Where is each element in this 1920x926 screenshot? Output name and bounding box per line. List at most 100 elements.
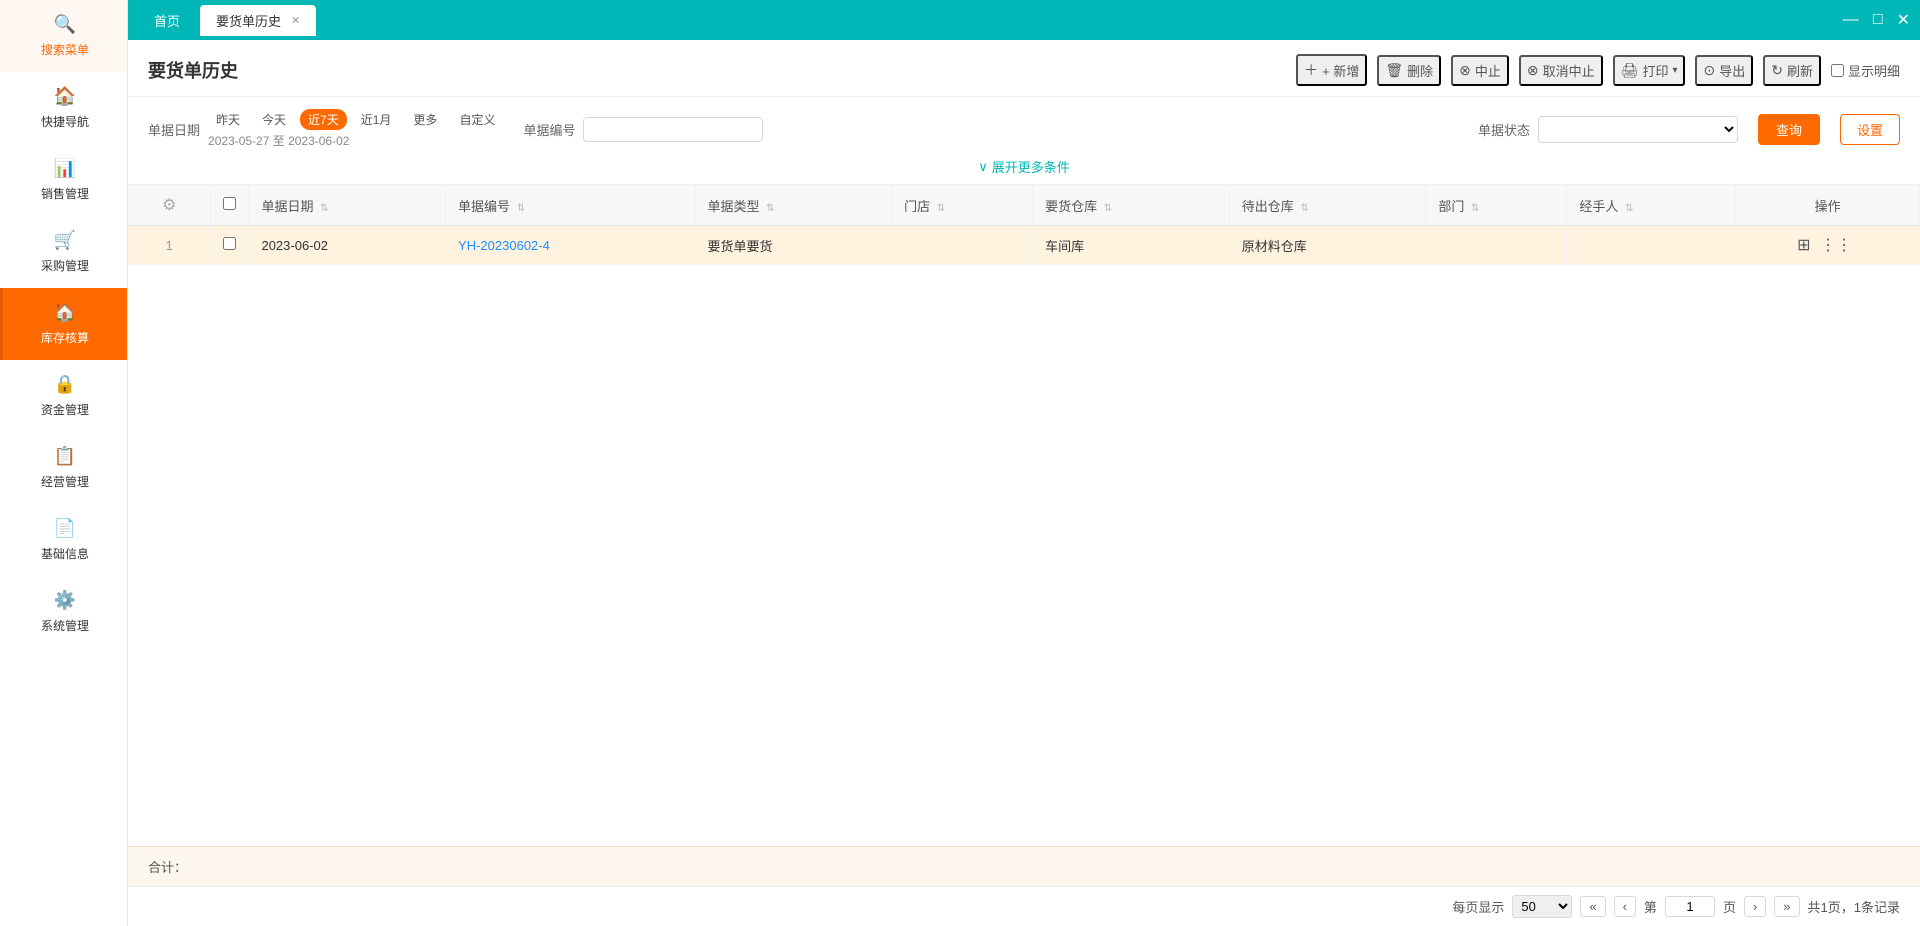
- display-detail-toggle[interactable]: 显示明细: [1831, 61, 1900, 80]
- sidebar-icon-operations: 📋: [54, 446, 76, 467]
- sidebar-icon-purchase: 🛒: [54, 230, 76, 251]
- cancel-suspend-icon: ⊗: [1527, 62, 1539, 79]
- sidebar-label-search-menu: 搜索菜单: [41, 41, 89, 58]
- sort-department-icon[interactable]: ⇅: [1471, 203, 1479, 214]
- sidebar-icon-finance: 🔒: [54, 374, 76, 395]
- select-all-checkbox[interactable]: [223, 197, 236, 210]
- row-checkbox[interactable]: [223, 237, 236, 250]
- per-page-select[interactable]: 50 10 20 100: [1512, 895, 1572, 918]
- tab-requisition-history[interactable]: 要货单历史 ✕: [200, 5, 316, 36]
- sidebar-icon-inventory: 🏠: [54, 302, 76, 323]
- sort-doc-date-icon[interactable]: ⇅: [320, 203, 328, 214]
- refresh-button[interactable]: ↻ 刷新: [1763, 55, 1821, 86]
- row-checkbox-cell: [211, 226, 249, 265]
- per-page-label: 每页显示: [1452, 897, 1504, 916]
- toolbar: ＋ + 新增 🗑 删除 ⊗ 中止 ⊗ 取消中止: [1296, 54, 1900, 86]
- sidebar-icon-basic-info: 📄: [54, 518, 76, 539]
- row-doc-number: YH-20230602-4: [446, 226, 695, 265]
- suspend-button[interactable]: ⊗ 中止: [1451, 55, 1509, 86]
- delete-label: 删除: [1407, 61, 1433, 80]
- sidebar-item-operations[interactable]: 📋经营管理: [0, 432, 127, 504]
- date-btn-custom[interactable]: 自定义: [451, 109, 503, 130]
- doc-number-filter: 单据编号: [523, 117, 763, 142]
- status-select[interactable]: [1538, 116, 1738, 143]
- status-filter: 单据状态: [1478, 116, 1738, 143]
- th-department: 部门 ⇅: [1426, 185, 1567, 226]
- page-suffix: 页: [1723, 897, 1736, 916]
- row-more-icon[interactable]: ⋮⋮: [1820, 237, 1852, 254]
- table-area: ⚙ 单据日期 ⇅ 单据编号 ⇅: [128, 185, 1920, 846]
- doc-number-label: 单据编号: [523, 120, 575, 139]
- sidebar-item-basic-info[interactable]: 📄 基础信息: [0, 504, 127, 576]
- export-button[interactable]: ⊙ 导出: [1695, 55, 1753, 86]
- sidebar-item-sales[interactable]: 📊销售管理: [0, 144, 127, 216]
- data-table: ⚙ 单据日期 ⇅ 单据编号 ⇅: [128, 185, 1920, 265]
- th-pending-warehouse: 待出仓库 ⇅: [1229, 185, 1426, 226]
- table-footer: 合计：: [128, 846, 1920, 886]
- expand-more-label: 展开更多条件: [992, 157, 1070, 176]
- sidebar-item-search-menu[interactable]: 🔍搜索菜单: [0, 0, 127, 72]
- window-close-btn[interactable]: ✕: [1897, 10, 1910, 30]
- tab-home[interactable]: 首页: [138, 5, 196, 36]
- display-detail-label: 显示明细: [1848, 61, 1900, 80]
- new-icon: ＋: [1304, 60, 1318, 80]
- sidebar-label-basic-info: 基础信息: [41, 545, 89, 562]
- th-doc-type: 单据类型 ⇅: [695, 185, 892, 226]
- window-minimize-btn[interactable]: —: [1843, 11, 1859, 29]
- sidebar-item-finance[interactable]: 🔒 资金管理: [0, 360, 127, 432]
- main-content: 首页 要货单历史 ✕ — □ ✕ 要货单历史 ＋ + 新增: [128, 0, 1920, 926]
- tab-bar: 首页 要货单历史 ✕ — □ ✕: [128, 0, 1920, 40]
- tab-home-label: 首页: [154, 11, 180, 30]
- last-page-btn[interactable]: »: [1774, 896, 1799, 917]
- sidebar-item-purchase[interactable]: 🛒采购管理: [0, 216, 127, 288]
- sidebar-label-inventory: 库存核算: [41, 329, 89, 346]
- row-req-warehouse: 车间库: [1033, 226, 1230, 265]
- date-btn-yesterday[interactable]: 昨天: [208, 109, 248, 130]
- sort-doc-type-icon[interactable]: ⇅: [766, 203, 774, 214]
- row-doc-date: 2023-06-02: [249, 226, 446, 265]
- date-btn-last7days[interactable]: 近7天: [300, 109, 347, 130]
- filter-row: 单据日期 昨天 今天 近7天 近1月 更多 自定义 2023-05-27 至 2…: [148, 109, 1900, 149]
- sidebar-label-finance: 资金管理: [41, 401, 89, 418]
- sidebar-item-quick-nav[interactable]: 🏠快捷导航: [0, 72, 127, 144]
- sort-doc-number-icon[interactable]: ⇅: [517, 203, 525, 214]
- sidebar-icon-sales: 📊: [54, 158, 76, 179]
- row-operation: ⊞ ⋮⋮: [1736, 226, 1920, 265]
- sort-handler-icon[interactable]: ⇅: [1625, 203, 1633, 214]
- sort-pending-warehouse-icon[interactable]: ⇅: [1300, 203, 1308, 214]
- pagination-area: 每页显示 50 10 20 100 « ‹ 第 页 › » 共1页，1条记录: [128, 886, 1920, 926]
- window-maximize-btn[interactable]: □: [1873, 11, 1883, 29]
- page-number-input[interactable]: [1665, 896, 1715, 917]
- first-page-btn[interactable]: «: [1580, 896, 1605, 917]
- doc-number-input[interactable]: [583, 117, 763, 142]
- date-btn-last-month[interactable]: 近1月: [353, 109, 400, 130]
- tab-close-icon[interactable]: ✕: [291, 14, 300, 27]
- date-btn-more[interactable]: 更多: [405, 109, 445, 130]
- th-checkbox: [211, 185, 249, 226]
- expand-more-btn[interactable]: ∨ 展开更多条件: [978, 157, 1070, 176]
- print-button[interactable]: 🖨 打印 ▾: [1613, 55, 1686, 86]
- sidebar-icon-quick-nav: 🏠: [54, 86, 76, 107]
- new-label: + 新增: [1322, 61, 1359, 80]
- settings-button[interactable]: 设置: [1840, 114, 1900, 145]
- new-button[interactable]: ＋ + 新增: [1296, 54, 1367, 86]
- search-button[interactable]: 查询: [1758, 114, 1820, 145]
- delete-button[interactable]: 🗑 删除: [1377, 55, 1441, 86]
- sidebar-item-inventory[interactable]: 🏠 库存核算: [0, 288, 127, 360]
- sort-store-icon[interactable]: ⇅: [937, 203, 945, 214]
- th-operation: 操作: [1736, 185, 1920, 226]
- row-view-icon[interactable]: ⊞: [1797, 237, 1810, 254]
- display-detail-checkbox[interactable]: [1831, 64, 1844, 77]
- th-gear[interactable]: ⚙: [128, 185, 211, 226]
- th-doc-number: 单据编号 ⇅: [446, 185, 695, 226]
- row-doc-number-link[interactable]: YH-20230602-4: [458, 238, 550, 253]
- row-num: 1: [128, 226, 211, 265]
- sort-req-warehouse-icon[interactable]: ⇅: [1104, 203, 1112, 214]
- date-btn-today[interactable]: 今天: [254, 109, 294, 130]
- suspend-label: 中止: [1475, 61, 1501, 80]
- row-pending-warehouse: 原材料仓库: [1229, 226, 1426, 265]
- sidebar-item-system[interactable]: ⚙️系统管理: [0, 576, 127, 648]
- cancel-suspend-button[interactable]: ⊗ 取消中止: [1519, 55, 1603, 86]
- prev-page-btn[interactable]: ‹: [1614, 896, 1636, 917]
- next-page-btn[interactable]: ›: [1744, 896, 1766, 917]
